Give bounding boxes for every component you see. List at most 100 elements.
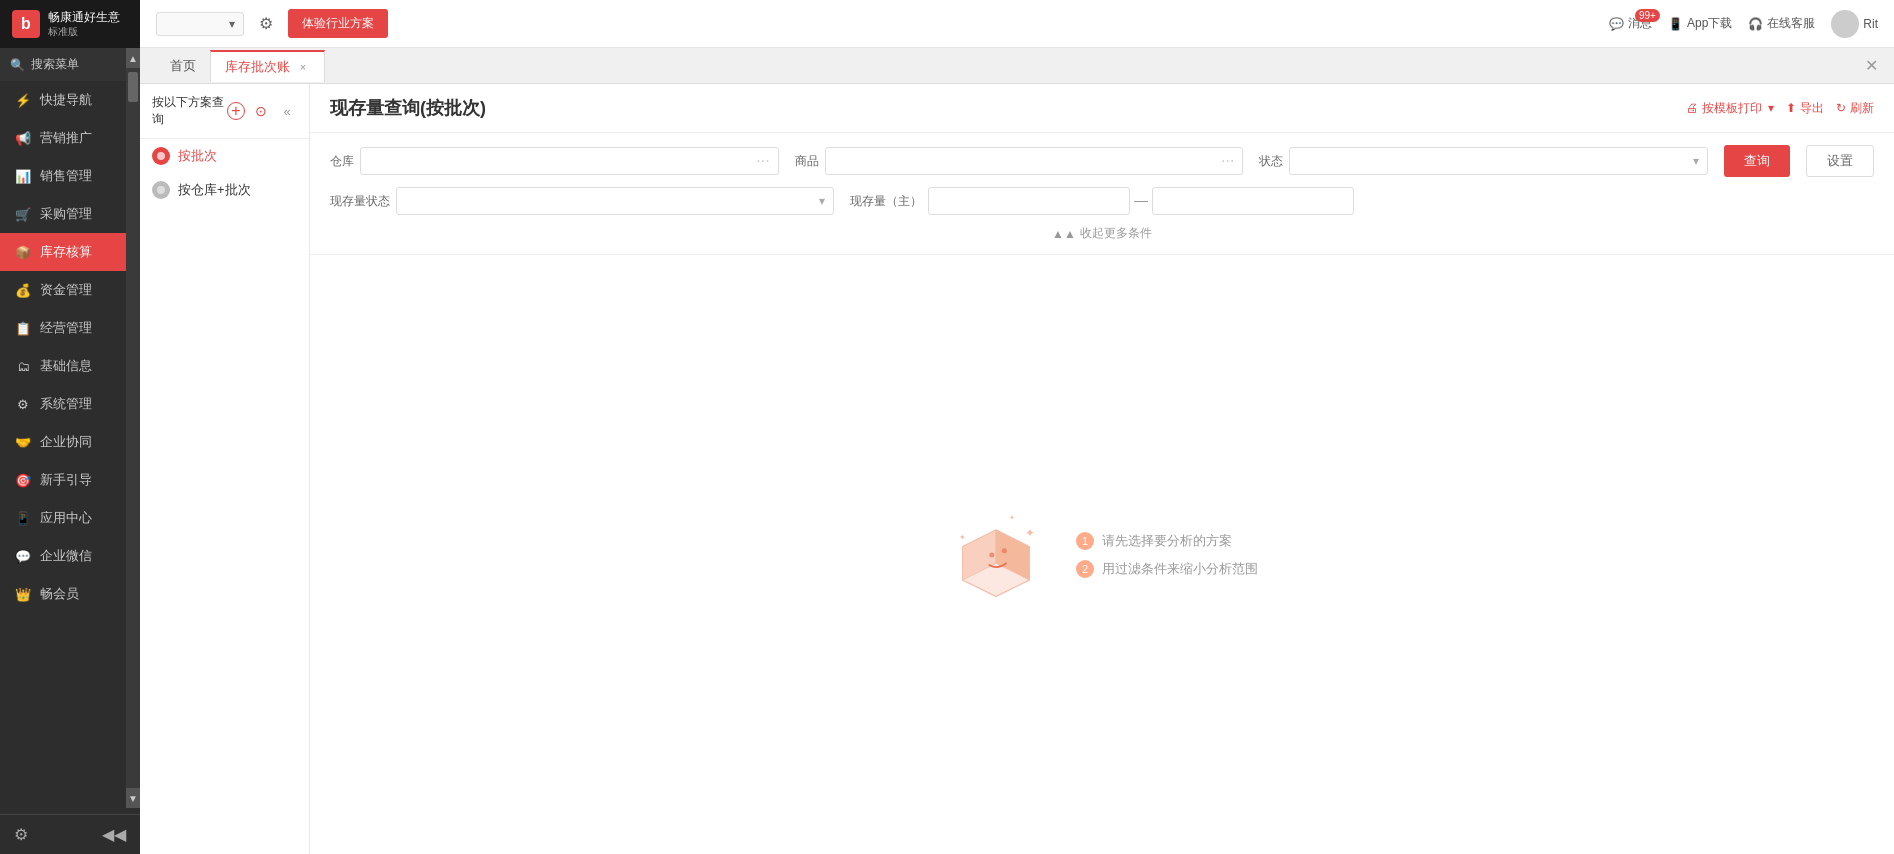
collapse-more-btn[interactable]: ▲▲ 收起更多条件 (330, 225, 1874, 242)
scheme-settings-btn[interactable]: ⊙ (251, 101, 271, 121)
sidebar-item-purchase[interactable]: 🛒 采购管理 (0, 195, 140, 233)
sidebar-label: 企业微信 (40, 547, 92, 565)
product-label: 商品 (795, 153, 819, 170)
sidebar-item-apps[interactable]: 📱 应用中心 (0, 499, 140, 537)
sidebar-label: 畅会员 (40, 585, 79, 603)
member-icon: 👑 (14, 585, 32, 603)
print-btn[interactable]: 🖨 按模板打印 ▾ (1686, 100, 1774, 117)
stock-status-label: 现存量状态 (330, 193, 390, 210)
svg-text:✦: ✦ (1025, 525, 1035, 538)
user-profile[interactable]: Rit (1831, 10, 1878, 38)
topbar-gear-btn[interactable]: ⚙ (252, 10, 280, 38)
scheme-dot-gray (152, 181, 170, 199)
export-icon: ⬆ (1786, 101, 1796, 115)
query-button[interactable]: 查询 (1724, 145, 1790, 177)
sidebar-label: 营销推广 (40, 129, 92, 147)
message-btn[interactable]: 💬 消息 99+ (1609, 15, 1652, 32)
sidebar-header: b 畅康通好生意 标准版 (0, 0, 140, 48)
topbar-right: 💬 消息 99+ 📱 App下载 🎧 在线客服 Rit (1609, 10, 1878, 38)
scheme-label: 按批次 (178, 147, 217, 165)
sidebar-item-finance[interactable]: 💰 资金管理 (0, 271, 140, 309)
sidebar-bottom: ⚙ ◀◀ (0, 814, 140, 854)
stock-status-select[interactable]: ▾ (396, 187, 834, 215)
online-service-btn[interactable]: 🎧 在线客服 (1748, 15, 1815, 32)
panel-collapse-btn[interactable]: « (277, 101, 297, 121)
tab-active-label: 库存批次账 (225, 58, 290, 76)
sidebar-item-operations[interactable]: 📋 经营管理 (0, 309, 140, 347)
svg-point-5 (989, 552, 994, 557)
filter-area: 仓库 ··· 商品 ··· 状态 (310, 133, 1894, 255)
refresh-btn[interactable]: ↻ 刷新 (1836, 100, 1874, 117)
sidebar-item-marketing[interactable]: 📢 营销推广 (0, 119, 140, 157)
sidebar-item-enterprise[interactable]: 🤝 企业协同 (0, 423, 140, 461)
app-download-btn[interactable]: 📱 App下载 (1668, 15, 1732, 32)
left-panel-header: 按以下方案查询 + ⊙ « (140, 84, 309, 139)
phone-icon: 📱 (1668, 17, 1683, 31)
sidebar-collapse-icon[interactable]: ◀◀ (102, 825, 126, 844)
sidebar-label: 应用中心 (40, 509, 92, 527)
sidebar-label: 快捷导航 (40, 91, 92, 109)
svg-point-0 (157, 152, 165, 160)
scroll-up-btn[interactable]: ▲ (126, 48, 140, 68)
marketing-icon: 📢 (14, 129, 32, 147)
tab-home[interactable]: 首页 (156, 51, 210, 81)
svg-point-1 (157, 186, 165, 194)
print-icon: 🖨 (1686, 101, 1698, 115)
scheme-label: 按仓库+批次 (178, 181, 251, 199)
sidebar-item-member[interactable]: 👑 畅会员 (0, 575, 140, 613)
empty-tips: 1 请先选择要分析的方案 2 用过滤条件来缩小分析范围 (1076, 532, 1258, 578)
add-scheme-btn[interactable]: + (227, 102, 245, 120)
experience-btn[interactable]: 体验行业方案 (288, 9, 388, 38)
scroll-track (126, 68, 140, 788)
page-title: 现存量查询(按批次) (330, 96, 486, 120)
sidebar-item-guide[interactable]: 🎯 新手引导 (0, 461, 140, 499)
left-panel-actions: + ⊙ « (227, 101, 297, 121)
stock-qty-min-input[interactable] (928, 187, 1130, 215)
print-dropdown-icon: ▾ (1768, 101, 1774, 115)
main-area: ▾ ⚙ 体验行业方案 💬 消息 99+ 📱 App下载 🎧 在线客服 Rit (140, 0, 1894, 854)
sidebar-item-inventory[interactable]: 📦 库存核算 (0, 233, 140, 271)
sidebar-item-basic[interactable]: 🗂 基础信息 (0, 347, 140, 385)
refresh-icon: ↻ (1836, 101, 1846, 115)
app-download-label: App下载 (1687, 15, 1732, 32)
system-icon: ⚙ (14, 395, 32, 413)
stock-qty-max-input[interactable] (1152, 187, 1354, 215)
avatar (1831, 10, 1859, 38)
sidebar-scrollbar: ▲ ▼ (126, 48, 140, 808)
stock-status-arrow: ▾ (819, 194, 825, 208)
sidebar-item-system[interactable]: ⚙ 系统管理 (0, 385, 140, 423)
warehouse-input[interactable]: ··· (360, 147, 779, 175)
warehouse-more-icon: ··· (756, 152, 769, 170)
message-icon: 💬 (1609, 17, 1624, 31)
export-btn[interactable]: ⬆ 导出 (1786, 100, 1824, 117)
page-content: 按以下方案查询 + ⊙ « 按批次 按仓库+批次 (140, 84, 1894, 854)
topbar-dropdown[interactable]: ▾ (156, 12, 244, 36)
product-more-icon: ··· (1221, 152, 1234, 170)
scheme-item-warehouse-batch[interactable]: 按仓库+批次 (140, 173, 309, 207)
right-panel: 现存量查询(按批次) 🖨 按模板打印 ▾ ⬆ 导出 ↻ 刷新 (310, 84, 1894, 854)
tab-close-btn[interactable]: × (296, 60, 310, 74)
scroll-down-btn[interactable]: ▼ (126, 788, 140, 808)
settings-gear-icon[interactable]: ⚙ (14, 825, 28, 844)
status-select[interactable]: ▾ (1289, 147, 1708, 175)
empty-tip-2: 2 用过滤条件来缩小分析范围 (1076, 560, 1258, 578)
status-label: 状态 (1259, 153, 1283, 170)
sidebar-item-sales[interactable]: 📊 销售管理 (0, 157, 140, 195)
tab-inventory-batch[interactable]: 库存批次账 × (210, 50, 325, 82)
settings-button[interactable]: 设置 (1806, 145, 1874, 177)
filter-row-1: 仓库 ··· 商品 ··· 状态 (330, 145, 1874, 177)
global-close-btn[interactable]: ✕ (1865, 56, 1878, 75)
tip-num-1: 1 (1076, 532, 1094, 550)
sidebar-nav: ⚡ 快捷导航 📢 营销推广 📊 销售管理 🛒 采购管理 📦 库存核算 💰 资金管… (0, 81, 140, 814)
sidebar-label: 销售管理 (40, 167, 92, 185)
quick-nav-icon: ⚡ (14, 91, 32, 109)
sidebar-search[interactable]: 🔍 搜索菜单 (0, 48, 140, 81)
close-icon: ✕ (1865, 56, 1878, 75)
sidebar-item-wechat[interactable]: 💬 企业微信 (0, 537, 140, 575)
logo-letter: b (21, 15, 31, 33)
tip-text-1: 请先选择要分析的方案 (1102, 532, 1232, 550)
sidebar-item-quick-nav[interactable]: ⚡ 快捷导航 (0, 81, 140, 119)
product-input[interactable]: ··· (825, 147, 1244, 175)
scheme-item-batch[interactable]: 按批次 (140, 139, 309, 173)
export-label: 导出 (1800, 100, 1824, 117)
